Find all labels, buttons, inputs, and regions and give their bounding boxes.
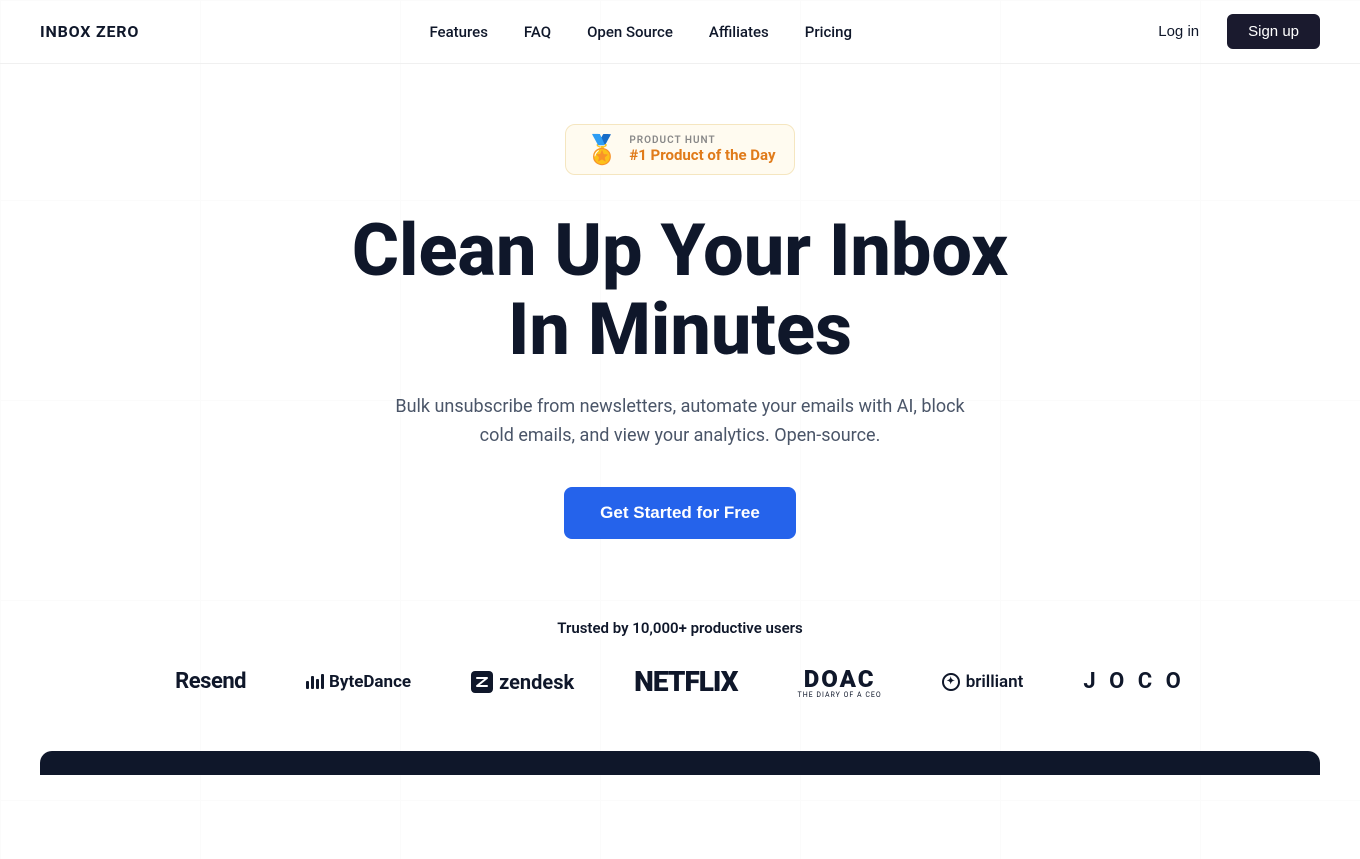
brilliant-text: ✦ brilliant [942,672,1024,692]
bottom-preview-strip [40,751,1320,775]
logo-bytedance: ByteDance [306,672,411,692]
nav-pricing[interactable]: Pricing [805,23,852,41]
nav-auth: Log in Sign up [1142,14,1320,49]
zendesk-text: zendesk [471,670,574,694]
hero-headline: Clean Up Your Inbox In Minutes [352,211,1008,369]
trusted-section: Trusted by 10,000+ productive users Rese… [0,579,1360,731]
netflix-text: NETFLIX [634,665,737,698]
headline-line2: In Minutes [508,287,852,372]
nav-links: Features FAQ Open Source Affiliates Pric… [429,22,852,41]
nav-faq[interactable]: FAQ [524,23,551,41]
joco-text: J O C O [1083,669,1184,694]
cta-button[interactable]: Get Started for Free [564,487,796,539]
logo[interactable]: INBOX ZERO [40,22,139,41]
product-hunt-badge[interactable]: 🏅 PRODUCT HUNT #1 Product of the Day [565,124,794,175]
hero-section: 🏅 PRODUCT HUNT #1 Product of the Day Cle… [0,64,1360,579]
ph-text: PRODUCT HUNT #1 Product of the Day [629,135,775,164]
hero-subtext: Bulk unsubscribe from newsletters, autom… [390,393,970,451]
nav-affiliates[interactable]: Affiliates [709,23,769,41]
headline-line1: Clean Up Your Inbox [352,208,1008,293]
logo-doac: DOAC THE DIARY OF A CEO [798,665,882,699]
ph-title: #1 Product of the Day [629,146,775,164]
trusted-label: Trusted by 10,000+ productive users [557,619,803,637]
navbar: INBOX ZERO Features FAQ Open Source Affi… [0,0,1360,64]
logos-row: Resend ByteDance [40,665,1320,699]
nav-open-source[interactable]: Open Source [587,23,673,41]
logo-joco: J O C O [1083,669,1184,694]
bytedance-icon [306,674,324,689]
login-button[interactable]: Log in [1142,15,1215,48]
resend-text: Resend [175,669,246,694]
brilliant-icon: ✦ [942,673,960,691]
logo-resend: Resend [175,669,246,694]
logo-netflix: NETFLIX [634,665,737,698]
doac-text: DOAC THE DIARY OF A CEO [798,665,882,699]
ph-label: PRODUCT HUNT [629,135,775,146]
signup-button[interactable]: Sign up [1227,14,1320,49]
logo-zendesk: zendesk [471,670,574,694]
zendesk-icon [471,671,493,693]
bytedance-text: ByteDance [306,672,411,692]
nav-features[interactable]: Features [429,23,487,41]
logo-brilliant: ✦ brilliant [942,672,1024,692]
medal-icon: 🏅 [584,136,619,164]
